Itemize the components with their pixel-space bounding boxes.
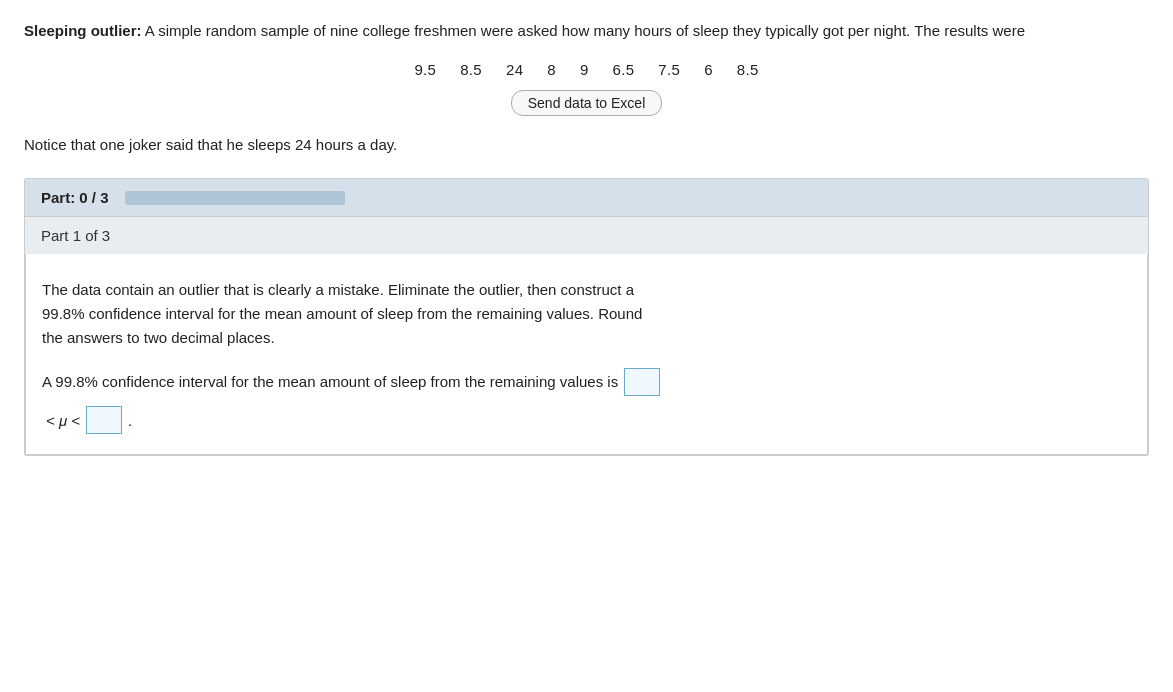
desc-line3: the answers to two decimal places.	[42, 329, 275, 346]
data-row: 9.5 8.5 24 8 9 6.5 7.5 6 8.5	[24, 61, 1149, 78]
data-value-4: 8	[547, 61, 556, 78]
part-subheader-label: Part 1 of 3	[41, 227, 110, 244]
data-value-8: 6	[704, 61, 713, 78]
data-value-6: 6.5	[613, 61, 635, 78]
data-value-5: 9	[580, 61, 589, 78]
notice-text: Notice that one joker said that he sleep…	[24, 134, 1149, 157]
data-value-3: 24	[506, 61, 523, 78]
send-excel-row: Send data to Excel	[24, 90, 1149, 116]
problem-title-bold: Sleeping outlier:	[24, 22, 142, 39]
send-excel-button[interactable]: Send data to Excel	[511, 90, 663, 116]
answer-input-upper[interactable]	[624, 368, 660, 396]
part-section: Part: 0 / 3 Part 1 of 3 The data contain…	[24, 178, 1149, 456]
mu-line: < μ < .	[46, 406, 1131, 434]
confidence-text: A 99.8% confidence interval for the mean…	[42, 370, 618, 394]
part-description: The data contain an outlier that is clea…	[42, 278, 1131, 350]
data-value-9: 8.5	[737, 61, 759, 78]
desc-line1: The data contain an outlier that is clea…	[42, 281, 634, 298]
part-header: Part: 0 / 3	[25, 179, 1148, 216]
desc-line2: 99.8% confidence interval for the mean a…	[42, 305, 642, 322]
part-header-label: Part: 0 / 3	[41, 189, 109, 206]
progress-bar-container	[125, 191, 345, 205]
data-value-1: 9.5	[414, 61, 436, 78]
data-value-7: 7.5	[658, 61, 680, 78]
data-value-2: 8.5	[460, 61, 482, 78]
problem-title-text: A simple random sample of nine college f…	[142, 22, 1026, 39]
part-subheader: Part 1 of 3	[25, 216, 1148, 254]
confidence-interval-line: A 99.8% confidence interval for the mean…	[42, 368, 1131, 396]
problem-text: Sleeping outlier: A simple random sample…	[24, 20, 1149, 43]
period: .	[128, 412, 132, 429]
answer-input-lower[interactable]	[86, 406, 122, 434]
part-content: The data contain an outlier that is clea…	[25, 254, 1148, 455]
mu-less-label: < μ <	[46, 412, 80, 429]
